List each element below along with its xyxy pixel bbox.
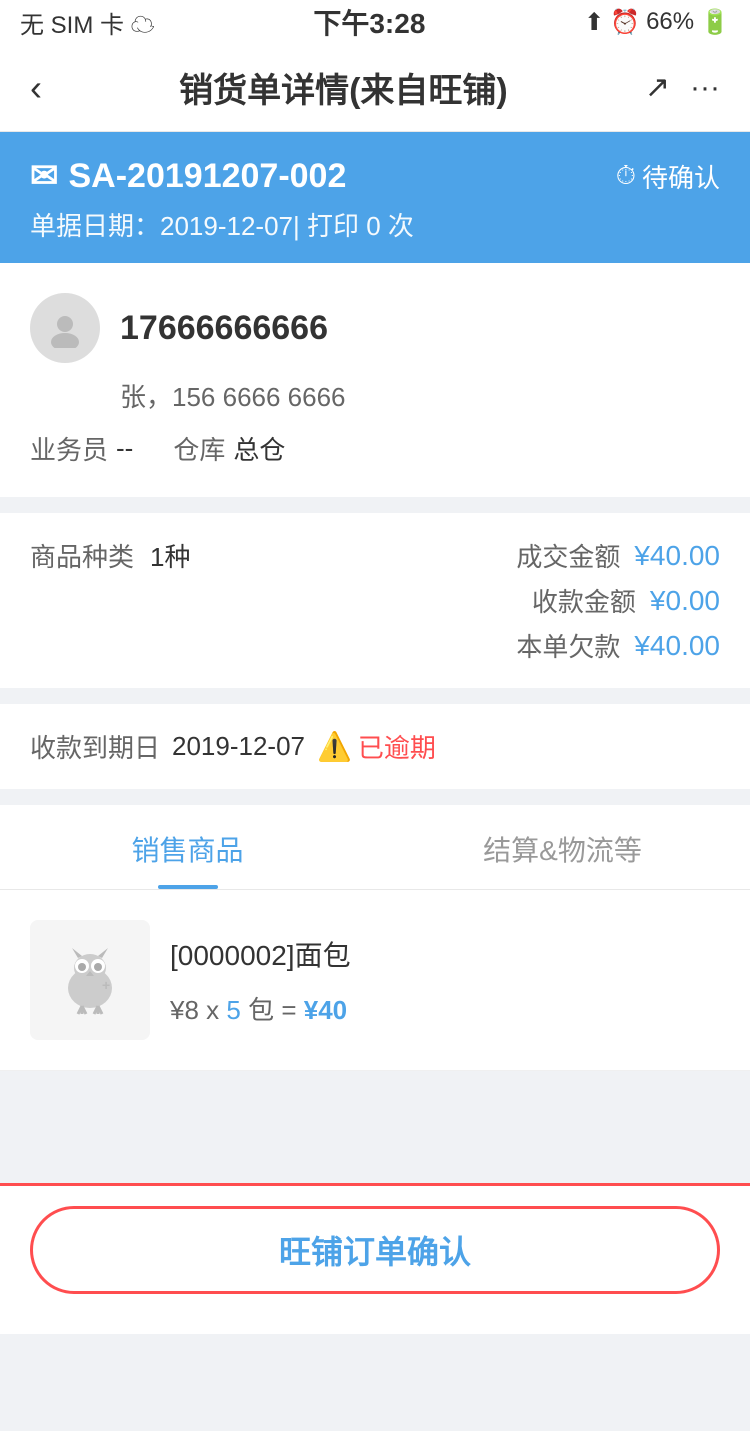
share-button[interactable]: ↗ xyxy=(645,70,670,105)
alarm-icon: ⏰ xyxy=(610,8,640,37)
amount-value-0: ¥40.00 xyxy=(634,540,720,572)
overdue-badge: ⚠️ 已逾期 xyxy=(317,728,436,765)
status-time: 下午3:28 xyxy=(313,2,425,42)
quantity: 5 xyxy=(226,995,240,1025)
customer-meta: 业务员 -- 仓库 总仓 xyxy=(30,430,720,467)
amount-label-1: 收款金额 xyxy=(532,582,636,619)
order-date: 单据日期：2019-12-07| 打印 0 次 xyxy=(30,206,720,243)
product-info: [0000002]面包 ¥8 x 5 包 = ¥40 xyxy=(170,920,720,1040)
amounts: 成交金额 ¥40.00 收款金额 ¥0.00 本单欠款 ¥40.00 xyxy=(516,537,720,664)
battery-icon: 🔋 xyxy=(700,8,730,37)
tab-settlement[interactable]: 结算&物流等 xyxy=(375,805,750,889)
status-left: 无 SIM 卡 ☁ xyxy=(20,5,155,40)
product-type-label: 商品种类 xyxy=(30,537,134,574)
amount-value-1: ¥0.00 xyxy=(650,585,720,617)
page-title: 销货单详情(来自旺铺) xyxy=(179,63,508,112)
overdue-text: 已逾期 xyxy=(358,728,436,765)
svg-text:+: + xyxy=(102,977,110,993)
nav-bar: ‹ 销货单详情(来自旺铺) ↗ ··· xyxy=(0,44,750,132)
bottom-button-container: 旺铺订单确认 xyxy=(0,1183,750,1334)
product-section: + [0000002]面包 ¥8 x 5 包 = ¥40 xyxy=(0,890,750,1071)
battery: 66% xyxy=(646,8,694,36)
sim-signal: 无 SIM 卡 ☁ xyxy=(20,5,155,40)
salesman-item: 业务员 -- xyxy=(30,430,133,467)
amount-value-2: ¥40.00 xyxy=(634,630,720,662)
back-button[interactable]: ‹ xyxy=(30,67,42,109)
amount-row-1: 收款金额 ¥0.00 xyxy=(532,582,720,619)
amount-label-2: 本单欠款 xyxy=(516,627,620,664)
confirm-order-button[interactable]: 旺铺订单确认 xyxy=(30,1206,720,1294)
amount-label-0: 成交金额 xyxy=(516,537,620,574)
warehouse-label: 仓库 xyxy=(173,430,225,467)
summary-section: 商品种类 1种 成交金额 ¥40.00 收款金额 ¥0.00 本单欠款 ¥40.… xyxy=(0,513,750,688)
clock-icon: ⏱ xyxy=(616,160,636,192)
warehouse-item: 仓库 总仓 xyxy=(173,430,285,467)
tabs-section: 销售商品 结算&物流等 xyxy=(0,805,750,890)
more-button[interactable]: ··· xyxy=(690,71,720,105)
order-icon: ✉ xyxy=(30,156,59,196)
warehouse-value: 总仓 xyxy=(233,430,285,467)
due-date-value: 2019-12-07 xyxy=(172,731,305,762)
due-label: 收款到期日 xyxy=(30,728,160,765)
customer-name: 张，156 6666 6666 xyxy=(30,377,720,414)
status-bar: 无 SIM 卡 ☁ 下午3:28 ⬆ ⏰ 66% 🔋 xyxy=(0,0,750,44)
customer-section: 17666666666 张，156 6666 6666 业务员 -- 仓库 总仓 xyxy=(0,263,750,497)
product-type-value: 1种 xyxy=(150,537,190,574)
order-id: ✉ SA-20191207-002 xyxy=(30,156,346,196)
total-price: ¥40 xyxy=(304,995,347,1025)
product-thumbnail: + xyxy=(30,920,150,1040)
product-name: [0000002]面包 xyxy=(170,934,720,974)
status-right: ⬆ ⏰ 66% 🔋 xyxy=(584,8,730,37)
nav-actions: ↗ ··· xyxy=(645,70,720,105)
avatar xyxy=(30,293,100,363)
tab-products[interactable]: 销售商品 xyxy=(0,805,375,889)
unit-price: ¥8 xyxy=(170,995,199,1025)
due-section: 收款到期日 2019-12-07 ⚠️ 已逾期 xyxy=(0,704,750,789)
equals-sign: = xyxy=(281,995,303,1025)
order-header: ✉ SA-20191207-002 ⏱ 待确认 单据日期：2019-12-07|… xyxy=(0,132,750,263)
unit: 包 xyxy=(248,995,274,1025)
customer-phone: 17666666666 xyxy=(120,309,328,348)
status-badge: ⏱ 待确认 xyxy=(616,158,720,195)
amount-row-0: 成交金额 ¥40.00 xyxy=(516,537,720,574)
amount-row-2: 本单欠款 ¥40.00 xyxy=(516,627,720,664)
product-item-0: + [0000002]面包 ¥8 x 5 包 = ¥40 xyxy=(0,890,750,1071)
multiply-sign: x xyxy=(206,995,226,1025)
location-icon: ⬆ xyxy=(584,8,604,37)
product-price-line: ¥8 x 5 包 = ¥40 xyxy=(170,990,720,1027)
overdue-icon: ⚠️ xyxy=(317,730,352,763)
salesman-value: -- xyxy=(116,433,133,464)
product-type: 商品种类 1种 xyxy=(30,537,190,574)
salesman-label: 业务员 xyxy=(30,430,108,467)
